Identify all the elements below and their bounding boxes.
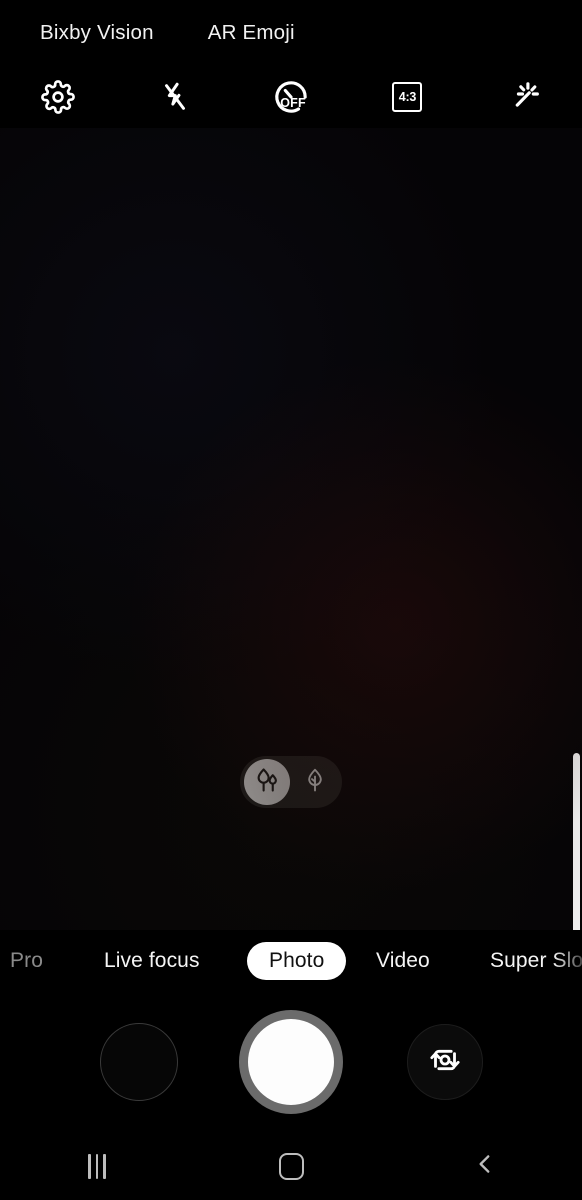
mode-selector[interactable]: Pro Live focus Photo Video Super Slo	[0, 930, 582, 992]
android-navigation-bar	[0, 1132, 582, 1200]
camera-viewfinder[interactable]	[0, 128, 582, 930]
nav-home-button[interactable]	[194, 1132, 388, 1200]
mode-video[interactable]: Video	[376, 949, 430, 973]
shortcut-bixby-vision[interactable]: Bixby Vision	[40, 21, 154, 45]
camera-flip-icon	[425, 1040, 465, 1085]
single-tree-icon	[301, 766, 329, 799]
camera-app-screen: Bixby Vision AR Emoji OFF 4:3 Pro Live f…	[0, 0, 582, 1200]
shutter-button[interactable]	[239, 1010, 343, 1114]
settings-button[interactable]	[0, 66, 116, 128]
timer-value-label: OFF	[280, 96, 306, 110]
switch-camera-button[interactable]	[407, 1024, 483, 1100]
nav-back-button[interactable]	[388, 1132, 582, 1200]
recents-icon	[88, 1153, 106, 1179]
top-shortcut-row: Bixby Vision AR Emoji	[0, 0, 582, 66]
nav-recents-button[interactable]	[0, 1132, 194, 1200]
capture-controls	[0, 992, 582, 1132]
home-icon	[278, 1152, 304, 1180]
effects-button[interactable]	[466, 66, 582, 128]
lens-option-ultra-wide[interactable]	[244, 759, 290, 805]
viewfinder-scrollbar[interactable]	[573, 753, 580, 930]
aspect-ratio-value-label: 4:3	[398, 89, 417, 104]
mode-photo[interactable]: Photo	[247, 942, 347, 980]
lens-toggle	[240, 756, 342, 808]
gallery-button[interactable]	[100, 1023, 178, 1101]
timer-icon: OFF	[271, 77, 311, 117]
flash-button[interactable]	[116, 66, 232, 128]
aspect-ratio-button[interactable]: 4:3	[349, 66, 465, 128]
flash-off-icon	[158, 80, 192, 114]
back-icon	[472, 1151, 498, 1182]
lens-option-wide[interactable]	[292, 759, 338, 805]
mode-live-focus[interactable]: Live focus	[104, 949, 200, 973]
shortcut-ar-emoji[interactable]: AR Emoji	[208, 21, 295, 45]
mode-super-slow-mo[interactable]: Super Slo	[490, 949, 582, 973]
timer-button[interactable]: OFF	[233, 66, 349, 128]
shutter-inner	[248, 1019, 334, 1105]
magic-wand-icon	[506, 79, 542, 115]
gear-icon	[41, 80, 76, 114]
aspect-ratio-icon: 4:3	[392, 82, 423, 112]
mode-pro[interactable]: Pro	[10, 949, 43, 973]
wide-angle-trees-icon	[252, 765, 282, 800]
camera-toolbar: OFF 4:3	[0, 66, 582, 128]
